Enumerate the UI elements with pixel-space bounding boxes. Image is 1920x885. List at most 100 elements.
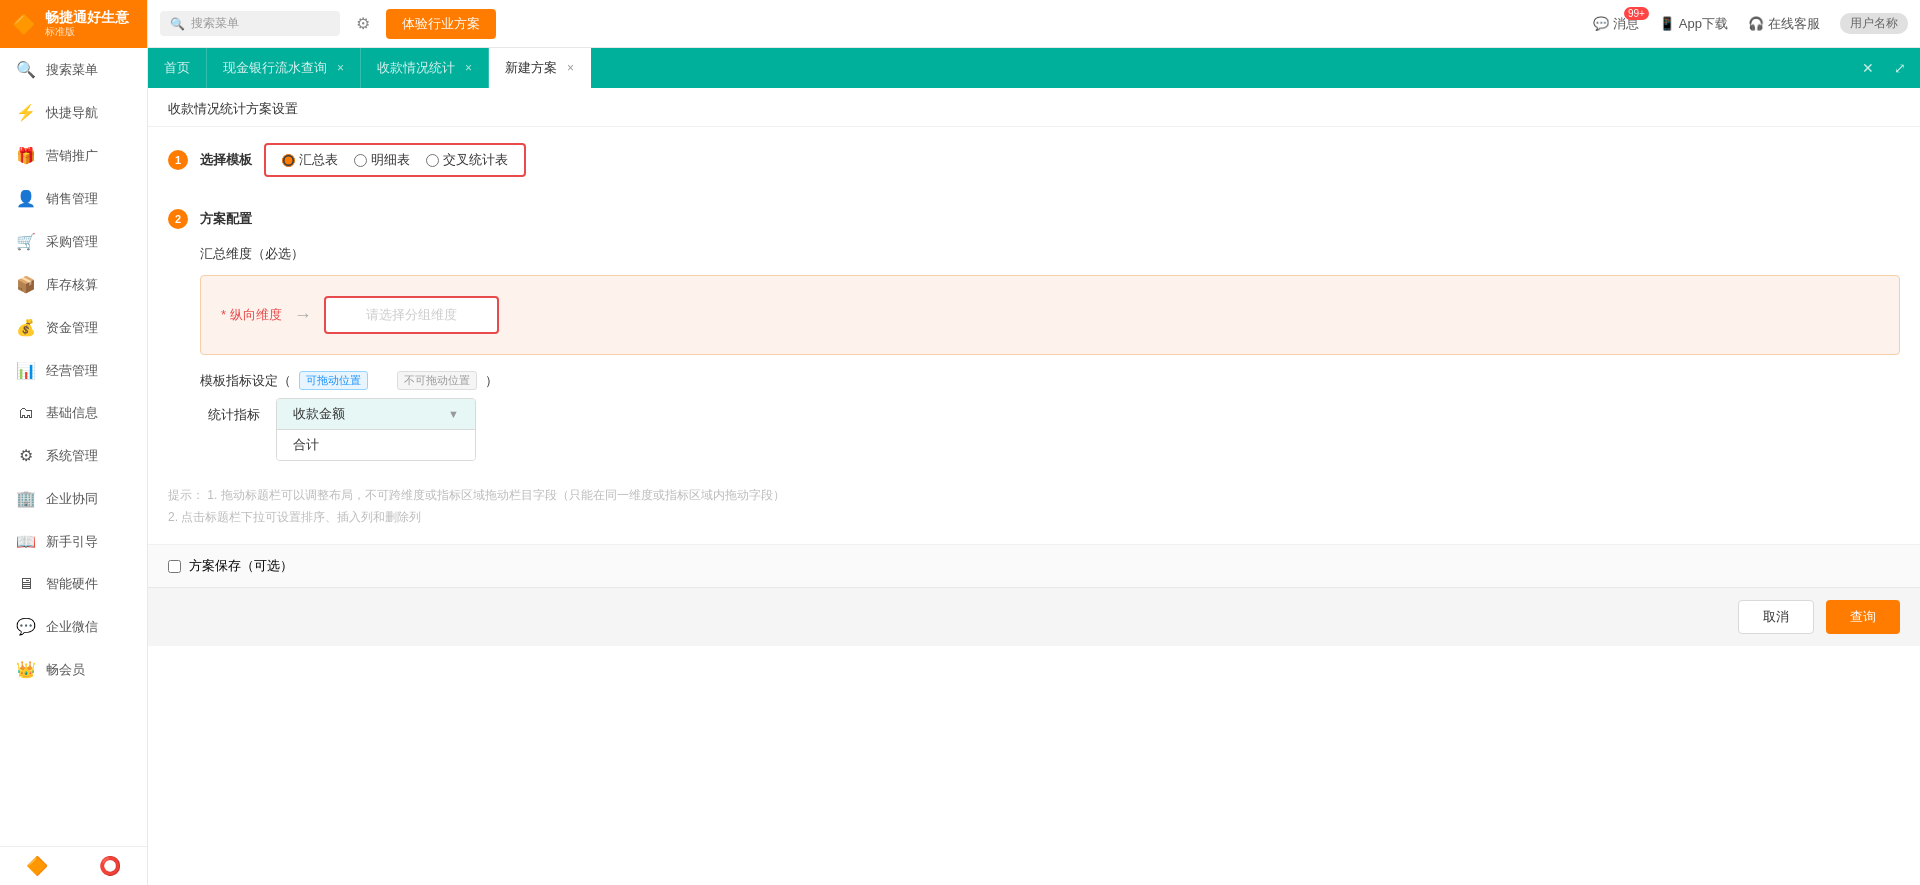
sidebar-label-finance: 资金管理 — [46, 319, 98, 337]
sidebar-bottom: 🔶 ⭕ — [0, 846, 147, 885]
step2-badge: 2 — [168, 209, 188, 229]
hint-1: 提示： 1. 拖动标题栏可以调整布局，不可跨维度或指标区域拖动栏目字段（只能在同… — [168, 485, 1900, 507]
dim-arrow-icon: → — [294, 305, 312, 326]
notification-badge[interactable]: 💬 消息 99+ — [1593, 15, 1639, 33]
sidebar-label-search: 搜索菜单 — [46, 61, 98, 79]
non-draggable-badge: 不可拖动位置 — [397, 371, 477, 390]
tab-home[interactable]: 首页 — [148, 48, 207, 88]
user-info[interactable]: 用户名称 — [1840, 13, 1908, 34]
app-version: 标准版 — [45, 25, 129, 39]
sidebar-item-wechat[interactable]: 💬企业微信 — [0, 605, 147, 648]
search-box[interactable]: 🔍 搜索菜单 — [160, 11, 340, 36]
sidebar-item-member[interactable]: 👑畅会员 — [0, 648, 147, 691]
save-label: 方案保存（可选） — [189, 557, 293, 575]
quick-icon: ⚡ — [16, 103, 36, 122]
tab-new[interactable]: 新建方案× — [489, 48, 591, 88]
sidebar-label-member: 畅会员 — [46, 661, 85, 679]
sidebar-bottom-icon1[interactable]: 🔶 — [26, 855, 48, 877]
maximize-icon[interactable]: ⤢ — [1888, 58, 1912, 78]
metrics-stat-label-col: 统计指标 — [200, 398, 268, 461]
download-icon: 📱 — [1659, 16, 1675, 31]
notification-count: 99+ — [1624, 7, 1649, 20]
tab-label-home: 首页 — [164, 59, 190, 77]
sidebar-item-purchase[interactable]: 🛒 采购管理 — [0, 220, 147, 263]
radio-cross[interactable]: 交叉统计表 — [426, 151, 508, 169]
metrics-grid: 收款金额 ▼ 合计 — [276, 398, 476, 461]
tab-close-new[interactable]: × — [567, 61, 574, 75]
dim-title: 汇总维度（必选） — [200, 245, 1900, 263]
radio-detail[interactable]: 明细表 — [354, 151, 410, 169]
sidebar: 🔶 畅捷通好生意 标准版 🔍搜索菜单 ⚡ 快捷导航 🎁营销推广👤销售管理 🛒 采购管理 📦 库… — [0, 0, 148, 885]
tab-receipt[interactable]: 收款情况统计 × — [361, 48, 489, 88]
step1-title: 选择模板 — [200, 151, 252, 169]
radio-detail-input[interactable] — [354, 154, 367, 167]
sidebar-label-inventory: 库存核算 — [46, 276, 98, 294]
guide-icon: 📖 — [16, 532, 36, 551]
sidebar-item-collab[interactable]: 🏢企业协同 — [0, 477, 147, 520]
tab-label-receipt: 收款情况统计 — [377, 59, 455, 77]
sidebar-label-hardware: 智能硬件 — [46, 575, 98, 593]
sidebar-item-marketing[interactable]: 🎁营销推广 — [0, 134, 147, 177]
metrics-divider — [376, 372, 389, 390]
download-label: App下载 — [1679, 15, 1728, 33]
sidebar-label-basic: 基础信息 — [46, 404, 98, 422]
sidebar-item-quick[interactable]: ⚡ 快捷导航 — [0, 91, 147, 134]
radio-cross-input[interactable] — [426, 154, 439, 167]
tab-close-cashflow[interactable]: × — [337, 61, 344, 75]
tab-label-cashflow: 现金银行流水查询 — [223, 59, 327, 77]
save-checkbox[interactable] — [168, 560, 181, 573]
support-icon: 🎧 — [1748, 16, 1764, 31]
radio-summary-input[interactable] — [282, 154, 295, 167]
query-button[interactable]: 查询 — [1826, 600, 1900, 634]
inventory-icon: 📦 — [16, 275, 36, 294]
sidebar-item-hardware[interactable]: 🖥智能硬件 — [0, 563, 147, 605]
radio-summary[interactable]: 汇总表 — [282, 151, 338, 169]
step2-section: 2 方案配置 汇总维度（必选） 纵向维度 → 请选择分组维度 — [148, 209, 1920, 477]
content-area: 收款情况统计方案设置 1 选择模板 汇总表 明细表 — [148, 88, 1920, 885]
col-header-text: 收款金额 — [293, 405, 345, 423]
step1-section: 1 选择模板 汇总表 明细表 交叉统计表 — [148, 127, 1920, 209]
dim-row: 纵向维度 → 请选择分组维度 — [221, 296, 1879, 334]
metrics-title: 模板指标设定（ 可拖动位置 不可拖动位置 ） — [200, 371, 1900, 390]
sidebar-item-system[interactable]: ⚙系统管理 — [0, 434, 147, 477]
sidebar-item-inventory[interactable]: 📦 库存核算 — [0, 263, 147, 306]
metrics-title-text: 模板指标设定（ — [200, 372, 291, 390]
sidebar-label-purchase: 采购管理 — [46, 233, 98, 251]
logo-icon: 🔶 — [12, 12, 37, 36]
support-link[interactable]: 🎧 在线客服 — [1748, 15, 1820, 33]
content-inner: 收款情况统计方案设置 1 选择模板 汇总表 明细表 — [148, 88, 1920, 885]
settings-icon[interactable]: ⚙ — [356, 14, 370, 33]
sidebar-label-quick: 快捷导航 — [46, 104, 98, 122]
dim-select[interactable]: 请选择分组维度 — [324, 296, 499, 334]
sidebar-item-sales[interactable]: 👤销售管理 — [0, 177, 147, 220]
hint-2: 2. 点击标题栏下拉可设置排序、插入列和删除列 — [168, 507, 1900, 529]
sidebar-item-basic[interactable]: 🗂基础信息 — [0, 392, 147, 434]
orange-icon1: 🔶 — [26, 855, 48, 877]
download-link[interactable]: 📱 App下载 — [1659, 15, 1728, 33]
tab-close-receipt[interactable]: × — [465, 61, 472, 75]
cancel-button[interactable]: 取消 — [1738, 600, 1814, 634]
metrics-close-paren: ） — [485, 372, 498, 390]
purchase-icon: 🛒 — [16, 232, 36, 251]
sidebar-item-operation[interactable]: 📊经营管理 — [0, 349, 147, 392]
sidebar-item-search[interactable]: 🔍搜索菜单 — [0, 48, 147, 91]
close-window-icon[interactable]: ✕ — [1856, 58, 1880, 78]
sales-icon: 👤 — [16, 189, 36, 208]
tabbar: 首页现金银行流水查询×收款情况统计×新建方案× ✕ ⤢ — [148, 48, 1920, 88]
system-icon: ⚙ — [16, 446, 36, 465]
dim-title-text: 汇总维度（必选） — [200, 246, 304, 261]
sidebar-label-guide: 新手引导 — [46, 533, 98, 551]
tab-cashflow[interactable]: 现金银行流水查询 × — [207, 48, 361, 88]
stat-label: 统计指标 — [200, 398, 268, 432]
save-option-row: 方案保存（可选） — [148, 544, 1920, 587]
sidebar-item-finance[interactable]: 💰资金管理 — [0, 306, 147, 349]
sidebar-bottom-icon2[interactable]: ⭕ — [99, 855, 121, 877]
page-title: 收款情况统计方案设置 — [148, 88, 1920, 127]
sidebar-item-guide[interactable]: 📖 新手引导 — [0, 520, 147, 563]
search-icon: 🔍 — [170, 17, 185, 31]
operation-icon: 📊 — [16, 361, 36, 380]
metrics-header[interactable]: 收款金额 ▼ — [277, 399, 475, 430]
sidebar-logo: 🔶 畅捷通好生意 标准版 — [0, 0, 147, 48]
trial-button[interactable]: 体验行业方案 — [386, 9, 496, 39]
col-dropdown-arrow[interactable]: ▼ — [448, 408, 459, 420]
